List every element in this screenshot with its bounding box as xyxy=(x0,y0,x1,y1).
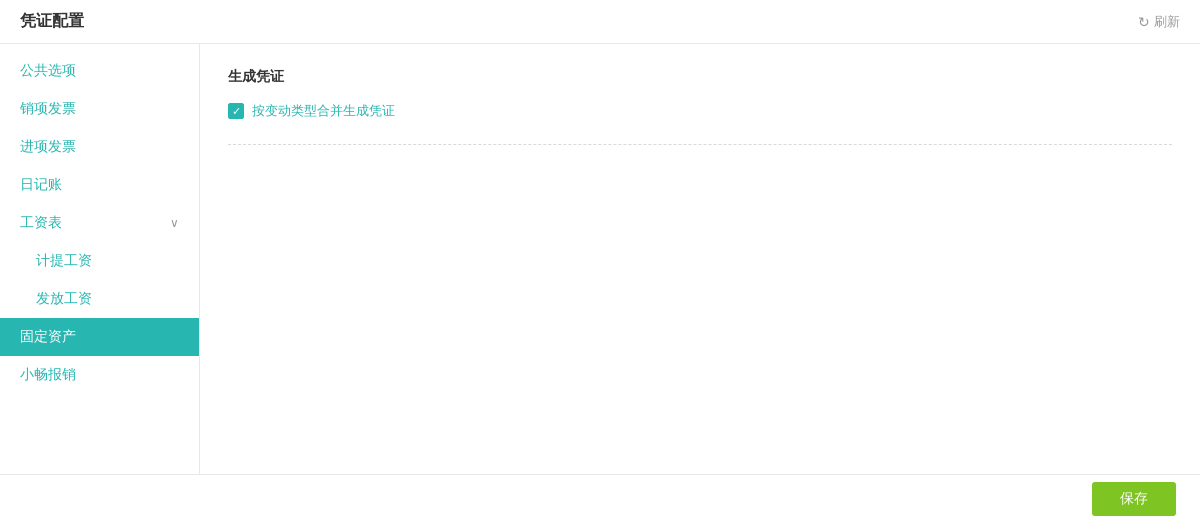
section-title: 生成凭证 xyxy=(228,68,1172,86)
sidebar-item-label: 日记账 xyxy=(20,176,62,194)
chevron-down-icon: ∨ xyxy=(170,216,179,230)
body: 公共选项销项发票进项发票日记账工资表 ∨ 计提工资发放工资固定资产小畅报销 生成凭证… xyxy=(0,44,1200,474)
sidebar-item-payroll[interactable]: 工资表 ∨ xyxy=(0,204,199,242)
sidebar-item-accrual[interactable]: 计提工资 xyxy=(0,242,199,280)
sidebar-item-label: 公共选项 xyxy=(20,62,76,80)
save-button[interactable]: 保存 xyxy=(1092,482,1176,516)
sidebar-item-expense[interactable]: 小畅报销 xyxy=(0,356,199,394)
merge-checkbox-row: ✓ 按变动类型合并生成凭证 xyxy=(228,102,1172,120)
sidebar-item-purchase_invoice[interactable]: 进项发票 xyxy=(0,128,199,166)
main-content: 生成凭证 ✓ 按变动类型合并生成凭证 xyxy=(200,44,1200,474)
merge-checkbox[interactable]: ✓ xyxy=(228,103,244,119)
sidebar-item-fixed_assets[interactable]: 固定资产 xyxy=(0,318,199,356)
sidebar-item-label: 销项发票 xyxy=(20,100,76,118)
merge-checkbox-label: 按变动类型合并生成凭证 xyxy=(252,102,395,120)
sidebar-item-sales_invoice[interactable]: 销项发票 xyxy=(0,90,199,128)
sidebar-item-payroll_dist[interactable]: 发放工资 xyxy=(0,280,199,318)
refresh-icon: ↻ xyxy=(1138,14,1150,30)
sidebar-item-public[interactable]: 公共选项 xyxy=(0,52,199,90)
refresh-label: 刷新 xyxy=(1154,13,1180,31)
refresh-button[interactable]: ↻ 刷新 xyxy=(1138,13,1180,31)
sidebar-item-label: 发放工资 xyxy=(36,290,92,308)
sidebar-item-label: 固定资产 xyxy=(20,328,76,346)
footer: 保存 xyxy=(0,474,1200,522)
sidebar-item-label: 计提工资 xyxy=(36,252,92,270)
page-title: 凭证配置 xyxy=(20,11,84,32)
sidebar: 公共选项销项发票进项发票日记账工资表 ∨ 计提工资发放工资固定资产小畅报销 xyxy=(0,44,200,474)
page-wrapper: 凭证配置 ↻ 刷新 公共选项销项发票进项发票日记账工资表 ∨ 计提工资发放工资固定资… xyxy=(0,0,1200,522)
sidebar-item-label: 工资表 xyxy=(20,214,62,232)
header: 凭证配置 ↻ 刷新 xyxy=(0,0,1200,44)
checkmark-icon: ✓ xyxy=(232,106,241,117)
sidebar-item-label: 进项发票 xyxy=(20,138,76,156)
sidebar-item-journal[interactable]: 日记账 xyxy=(0,166,199,204)
sidebar-item-label: 小畅报销 xyxy=(20,366,76,384)
divider xyxy=(228,144,1172,145)
